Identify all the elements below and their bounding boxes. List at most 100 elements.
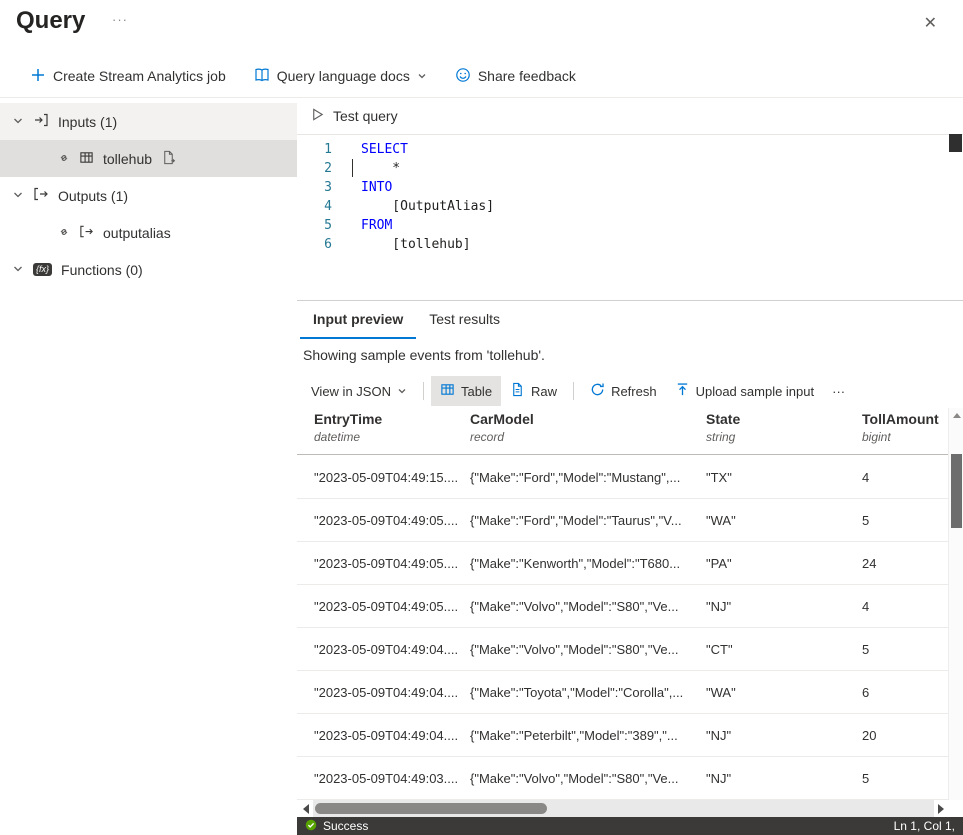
table-row[interactable]: "2023-05-09T04:49:04.... {"Make":"Volvo"… [297,628,948,671]
column-header-carmodel[interactable]: CarModel record [470,411,703,444]
vertical-scroll-thumb[interactable] [951,454,962,528]
sql-code: * [361,161,400,176]
column-name: State [706,411,856,427]
vertical-scrollbar[interactable] [948,408,963,800]
column-type: record [470,430,703,444]
toolbar-divider [423,382,424,400]
sql-code: [OutputAlias] [361,199,494,214]
query-language-docs-button[interactable]: Query language docs [254,67,427,86]
code-line: 4 [OutputAlias] [297,197,963,216]
table-icon [440,382,455,400]
cell-state: "NJ" [706,585,856,628]
scroll-up-arrow-icon[interactable] [953,413,961,418]
command-bar: Create Stream Analytics job Query langua… [0,55,963,98]
document-icon [510,382,525,400]
upload-sample-input-button[interactable]: Upload sample input [666,376,824,406]
sidebar: Inputs (1) tollehub Outputs (1) outputal… [0,98,297,835]
code-editor[interactable]: 1 SELECT 2 * 3 INTO 4 [OutputAlias] 5 FR… [297,134,963,301]
cursor-position: Ln 1, Col 1, [894,819,955,833]
code-text: SELECT [342,140,408,159]
table-row[interactable]: "2023-05-09T04:49:15.... {"Make":"Ford",… [297,456,948,499]
more-dots-label: ··· [832,384,845,399]
column-header-state[interactable]: State string [706,411,856,444]
table-row[interactable]: "2023-05-09T04:49:03.... {"Make":"Volvo"… [297,757,948,800]
cell-entrytime: "2023-05-09T04:49:05.... [314,585,468,628]
column-header-tollamount[interactable]: TollAmount bigint [862,411,952,444]
cell-tollamount: 5 [862,757,952,800]
line-number: 6 [297,235,342,254]
tab-test-results[interactable]: Test results [416,301,513,339]
scroll-right-arrow-icon[interactable] [938,804,944,814]
functions-label: Functions (0) [61,262,143,278]
create-stream-analytics-job-button[interactable]: Create Stream Analytics job [30,67,226,86]
table-row[interactable]: "2023-05-09T04:49:05.... {"Make":"Ford",… [297,499,948,542]
raw-view-button[interactable]: Raw [501,376,566,406]
preview-toolbar-more-button[interactable]: ··· [823,378,854,405]
text-cursor [352,159,353,177]
view-in-json-dropdown[interactable]: View in JSON [302,378,416,405]
outputs-label: Outputs (1) [58,188,128,204]
tab-input-preview[interactable]: Input preview [300,301,416,339]
editor-scrollbar[interactable] [949,134,962,152]
column-name: CarModel [470,411,703,427]
chevron-down-icon [417,68,427,84]
view-in-json-label: View in JSON [311,384,391,399]
tab-test-results-label: Test results [429,311,500,327]
sidebar-item-inputs[interactable]: Inputs (1) [0,103,297,140]
horizontal-scroll-track[interactable] [313,800,934,817]
code-text: [tollehub] [342,235,471,254]
horizontal-scroll-thumb[interactable] [315,803,547,814]
cell-state: "NJ" [706,714,856,757]
title-more-button[interactable]: ··· [112,12,128,27]
sidebar-item-tollehub[interactable]: tollehub [0,140,297,177]
table-row[interactable]: "2023-05-09T04:49:04.... {"Make":"Toyota… [297,671,948,714]
table-row[interactable]: "2023-05-09T04:49:05.... {"Make":"Kenwor… [297,542,948,585]
scroll-left-arrow-icon[interactable] [303,804,309,814]
refresh-button[interactable]: Refresh [581,376,666,406]
cell-carmodel: {"Make":"Volvo","Model":"S80","Ve... [470,585,703,628]
sidebar-item-outputs[interactable]: Outputs (1) [0,177,297,214]
cell-entrytime: "2023-05-09T04:49:05.... [314,542,468,585]
sql-keyword: FROM [361,218,392,233]
inputs-label: Inputs (1) [58,114,117,130]
chevron-down-icon [12,114,24,130]
book-icon [254,67,270,86]
horizontal-scrollbar[interactable] [299,800,948,817]
play-icon [310,107,325,125]
column-type: bigint [862,430,952,444]
smiley-icon [455,67,471,86]
cell-entrytime: "2023-05-09T04:49:04.... [314,628,468,671]
table-row[interactable]: "2023-05-09T04:49:04.... {"Make":"Peterb… [297,714,948,757]
status-bar: Success Ln 1, Col 1, [297,817,963,835]
preview-toolbar: View in JSON Table Raw Refresh Upload sa… [297,375,854,407]
cell-state: "WA" [706,671,856,714]
cell-state: "WA" [706,499,856,542]
upload-file-icon[interactable] [161,150,176,168]
cell-carmodel: {"Make":"Volvo","Model":"S80","Ve... [470,757,703,800]
table-row[interactable]: "2023-05-09T04:49:05.... {"Make":"Volvo"… [297,585,948,628]
sidebar-item-functions[interactable]: {fx} Functions (0) [0,251,297,288]
column-name: EntryTime [314,411,468,427]
cell-entrytime: "2023-05-09T04:49:04.... [314,714,468,757]
close-button[interactable]: ✕ [924,13,937,33]
link-icon [58,225,70,241]
outputalias-label: outputalias [103,225,171,241]
docs-label: Query language docs [277,68,410,84]
chevron-down-icon [12,188,24,204]
column-header-entrytime[interactable]: EntryTime datetime [314,411,468,444]
code-line: 1 SELECT [297,140,963,159]
chevron-down-icon [12,262,24,278]
upload-label: Upload sample input [696,384,815,399]
test-query-button[interactable]: Test query [310,107,398,125]
code-text: [OutputAlias] [342,197,494,216]
sidebar-item-outputalias[interactable]: outputalias [0,214,297,251]
line-number: 3 [297,178,342,197]
share-feedback-button[interactable]: Share feedback [455,67,576,86]
code-text: * [342,159,400,178]
cell-state: "CT" [706,628,856,671]
line-number: 2 [297,159,342,178]
cell-carmodel: {"Make":"Volvo","Model":"S80","Ve... [470,628,703,671]
cell-state: "PA" [706,542,856,585]
table-view-button[interactable]: Table [431,376,501,406]
column-name: TollAmount [862,411,952,427]
